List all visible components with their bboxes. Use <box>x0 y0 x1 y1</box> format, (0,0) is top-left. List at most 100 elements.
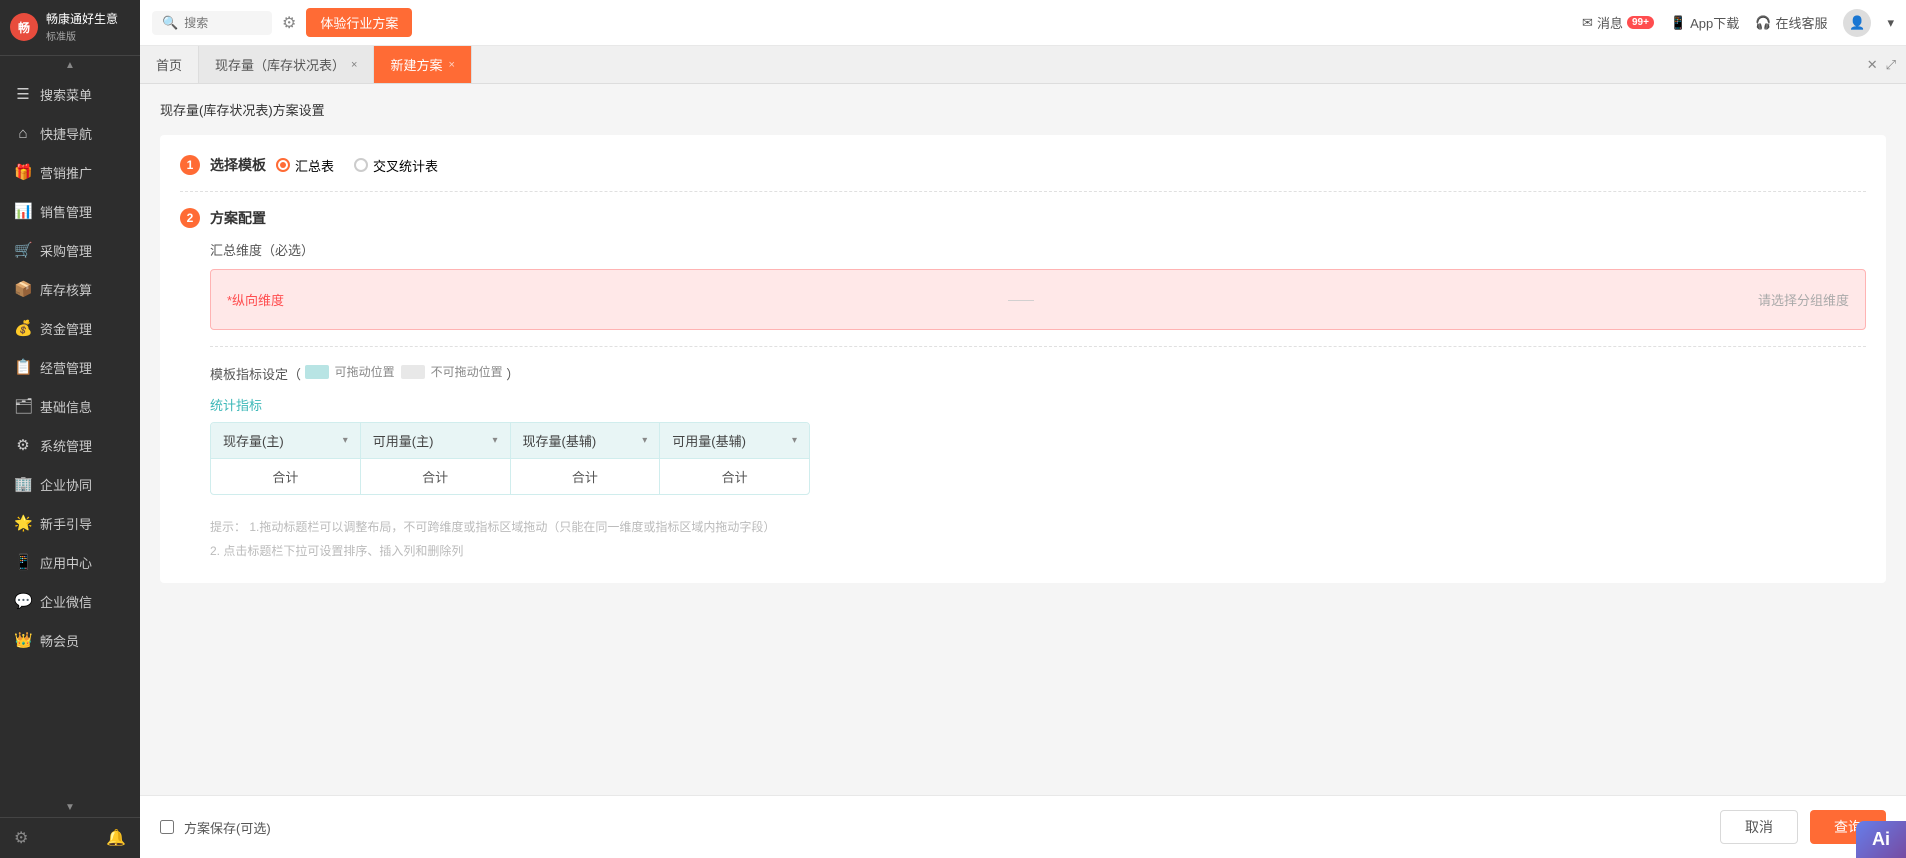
box-icon: 📦 <box>14 280 32 298</box>
search-box[interactable]: 🔍 <box>152 11 272 35</box>
chat-icon: 💬 <box>14 592 32 610</box>
sidebar-item-quick-nav[interactable]: ⌂ 快捷导航 <box>0 114 140 153</box>
sidebar-item-label: 搜索菜单 <box>40 85 92 104</box>
draggable-legend-label: 可拖动位置 <box>335 363 395 380</box>
save-plan-checkbox[interactable] <box>160 820 174 834</box>
page-title: 现存量(库存状况表)方案设置 <box>160 100 1886 119</box>
step1-header: 1 选择模板 汇总表 交叉统计表 <box>180 155 1866 175</box>
sidebar-item-operations[interactable]: 📋 经营管理 <box>0 348 140 387</box>
tab-inventory-status[interactable]: 现存量（库存状况表） × <box>199 46 374 83</box>
message-icon: ✉ <box>1582 15 1593 31</box>
sidebar-item-label: 采购管理 <box>40 241 92 260</box>
user-avatar[interactable]: 👤 <box>1843 9 1871 37</box>
step1-badge: 1 <box>180 155 200 175</box>
col4-dropdown-icon[interactable]: ▾ <box>792 435 797 446</box>
save-plan-label: 方案保存(可选) <box>184 818 271 837</box>
sidebar-item-label: 经营管理 <box>40 358 92 377</box>
sidebar-item-label: 畅会员 <box>40 631 79 650</box>
headset-icon: 🎧 <box>1755 15 1771 31</box>
col2-dropdown-icon[interactable]: ▾ <box>492 435 497 446</box>
dimension-row: *纵向维度 —— 请选择分组维度 <box>227 290 1849 309</box>
step2-title: 方案配置 <box>210 208 266 228</box>
data-cell-1-4: 合计 <box>660 459 809 494</box>
col-header-2[interactable]: 可用量(主) ▾ <box>361 423 511 458</box>
sidebar-item-member[interactable]: 👑 畅会员 <box>0 621 140 660</box>
tab-new-plan-close[interactable]: × <box>448 59 454 71</box>
ai-float-button[interactable]: Ai <box>1856 821 1906 858</box>
sidebar-item-sales[interactable]: 📊 销售管理 <box>0 192 140 231</box>
stat-label: 统计指标 <box>210 395 1866 414</box>
tabs-actions: ✕ ⤢ <box>1867 57 1906 73</box>
data-cell-1-1: 合计 <box>211 459 361 494</box>
sidebar-item-app-center[interactable]: 📱 应用中心 <box>0 543 140 582</box>
search-icon: 🔍 <box>162 15 178 31</box>
gift-icon: 🎁 <box>14 163 32 181</box>
user-dropdown-icon[interactable]: ▾ <box>1887 15 1894 31</box>
data-cell-1-3: 合计 <box>511 459 661 494</box>
sidebar-item-newbie[interactable]: 🌟 新手引导 <box>0 504 140 543</box>
window-close-btn[interactable]: ✕ <box>1867 57 1878 73</box>
topbar-settings-icon[interactable]: ⚙ <box>282 13 296 33</box>
sidebar-item-label: 销售管理 <box>40 202 92 221</box>
phone-icon: 📱 <box>1670 15 1686 31</box>
logo-icon: 畅 <box>10 13 38 41</box>
config-section: 1 选择模板 汇总表 交叉统计表 2 方案配置 <box>160 135 1886 583</box>
fixed-legend-box <box>401 365 425 379</box>
col-header-1[interactable]: 现存量(主) ▾ <box>211 423 361 458</box>
building-icon: 🏢 <box>14 475 32 493</box>
sidebar-item-search-menu[interactable]: ☰ 搜索菜单 <box>0 75 140 114</box>
app-logo: 畅 畅康通好生意 标准版 <box>0 0 140 56</box>
col3-dropdown-icon[interactable]: ▾ <box>642 435 647 446</box>
summary-dim-label: 汇总维度（必选） <box>210 240 1866 259</box>
search-menu-icon: ☰ <box>14 85 32 103</box>
step1-title: 选择模板 <box>210 155 266 175</box>
indicator-settings-label: 模板指标设定（ 可拖动位置 不可拖动位置 ） <box>210 367 519 382</box>
page-content: 现存量(库存状况表)方案设置 1 选择模板 汇总表 交叉统计表 <box>140 84 1906 795</box>
col1-dropdown-icon[interactable]: ▾ <box>343 435 348 446</box>
tip2: 2. 点击标题栏下拉可设置排序、插入列和删除列 <box>210 539 1866 563</box>
app-download-item[interactable]: 📱 App下载 <box>1670 13 1739 32</box>
sidebar-item-purchase[interactable]: 🛒 采购管理 <box>0 231 140 270</box>
data-cell-1-2: 合计 <box>361 459 511 494</box>
draggable-legend-box <box>305 365 329 379</box>
search-input[interactable] <box>184 16 264 30</box>
tab-inventory-close[interactable]: × <box>351 59 357 71</box>
col-header-4[interactable]: 可用量(基辅) ▾ <box>660 423 809 458</box>
sidebar-item-enterprise[interactable]: 🏢 企业协同 <box>0 465 140 504</box>
sidebar-sound-icon[interactable]: 🔔 <box>106 828 126 848</box>
cancel-button[interactable]: 取消 <box>1720 810 1798 844</box>
fixed-legend-label: 不可拖动位置 <box>431 363 503 380</box>
divider-1 <box>180 191 1866 192</box>
sidebar-settings-icon[interactable]: ⚙ <box>14 828 28 848</box>
sidebar-scroll-down[interactable]: ▼ <box>0 798 140 817</box>
tab-new-plan[interactable]: 新建方案 × <box>374 46 471 83</box>
col-header-3[interactable]: 现存量(基辅) ▾ <box>511 423 661 458</box>
indicator-settings-row: 模板指标设定（ 可拖动位置 不可拖动位置 ） <box>210 363 1866 383</box>
cart-icon: 🛒 <box>14 241 32 259</box>
sidebar-scroll-up[interactable]: ▲ <box>0 56 140 75</box>
tab-home[interactable]: 首页 <box>140 46 199 83</box>
home-icon: ⌂ <box>14 125 32 142</box>
online-service-item[interactable]: 🎧 在线客服 <box>1755 13 1827 32</box>
sidebar-item-marketing[interactable]: 🎁 营销推广 <box>0 153 140 192</box>
sidebar-item-label: 应用中心 <box>40 553 92 572</box>
radio-summary[interactable]: 汇总表 <box>276 156 334 175</box>
sidebar-item-basic-info[interactable]: 🗂 基础信息 <box>0 387 140 426</box>
footer-bar: 方案保存(可选) 取消 查询 <box>140 795 1906 858</box>
messages-item[interactable]: ✉ 消息 99+ <box>1582 13 1654 32</box>
sidebar-item-finance[interactable]: 💰 资金管理 <box>0 309 140 348</box>
sidebar: 畅 畅康通好生意 标准版 ▲ ☰ 搜索菜单 ⌂ 快捷导航 🎁 营销推广 📊 销售… <box>0 0 140 858</box>
window-expand-btn[interactable]: ⤢ <box>1886 57 1896 73</box>
star-icon: 🌟 <box>14 514 32 532</box>
radio-crosstab[interactable]: 交叉统计表 <box>354 156 438 175</box>
template-radio-group: 汇总表 交叉统计表 <box>276 156 438 175</box>
sidebar-item-inventory[interactable]: 📦 库存核算 <box>0 270 140 309</box>
sidebar-item-wechat[interactable]: 💬 企业微信 <box>0 582 140 621</box>
money-icon: 💰 <box>14 319 32 337</box>
experience-btn[interactable]: 体验行业方案 <box>306 8 412 37</box>
dimension-placeholder: 请选择分组维度 <box>1758 290 1849 309</box>
topbar-right: ✉ 消息 99+ 📱 App下载 🎧 在线客服 👤 ▾ <box>1582 9 1894 37</box>
sidebar-item-system[interactable]: ⚙ 系统管理 <box>0 426 140 465</box>
sidebar-item-label: 资金管理 <box>40 319 92 338</box>
tip1: 1.拖动标题栏可以调整布局，不可跨维度或指标区域拖动（只能在同一维度或指标区域内… <box>249 520 775 534</box>
